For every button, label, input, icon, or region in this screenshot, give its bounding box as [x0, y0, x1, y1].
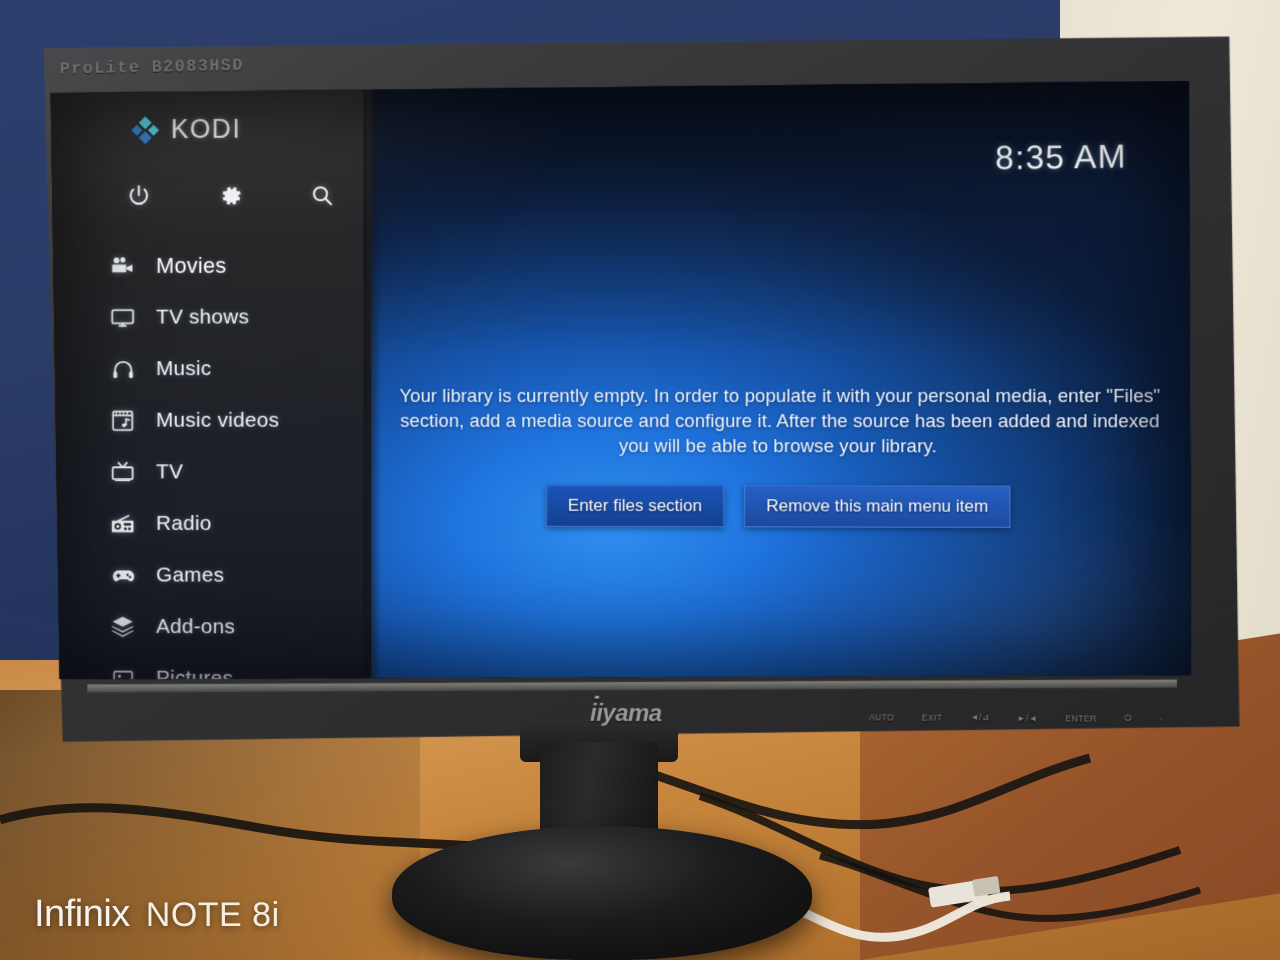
photo-scene: ProLite B2083HSD KODI 8:35 AM Movies TV … — [0, 0, 1280, 960]
sidebar-item-label: Games — [156, 563, 225, 587]
right-mute-button[interactable]: ►/◄ — [1017, 713, 1038, 723]
addons-box-icon — [105, 614, 140, 640]
music-video-icon — [105, 408, 140, 434]
monitor-screen-frame: KODI 8:35 AM Movies TV shows Music Music… — [46, 81, 1191, 685]
sidebar-item-music[interactable]: Music — [105, 343, 381, 395]
empty-library-message: Your library is currently empty. In orde… — [399, 384, 1161, 457]
sidebar-item-tv[interactable]: TV — [105, 447, 381, 499]
sidebar-item-music-videos[interactable]: Music videos — [105, 395, 381, 447]
power-icon[interactable] — [117, 178, 160, 214]
sidebar-item-label: TV shows — [156, 305, 250, 329]
brand-dots: •• — [594, 691, 598, 704]
remove-main-menu-item-button[interactable]: Remove this main menu item — [744, 485, 1010, 528]
monitor-stand-base — [392, 826, 812, 960]
kodi-quick-actions — [117, 177, 344, 214]
search-icon[interactable] — [300, 177, 344, 213]
sidebar-item-label: Radio — [156, 512, 212, 535]
sidebar-item-games[interactable]: Games — [105, 550, 381, 603]
sidebar-item-label: TV — [156, 460, 184, 484]
left-volume-button[interactable]: ◄/⊿ — [970, 712, 989, 723]
kodi-wordmark: KODI — [170, 113, 241, 144]
headphones-icon — [105, 357, 140, 382]
osd-button-row: AUTO EXIT ◄/⊿ ►/◄ ENTER ⏻ · — [869, 711, 1163, 724]
sidebar-item-radio[interactable]: Radio — [105, 498, 381, 550]
empty-library-actions: Enter files section Remove this main men… — [393, 485, 1167, 529]
enter-button[interactable]: ENTER — [1065, 713, 1096, 723]
sidebar-item-tv-shows[interactable]: TV shows — [105, 291, 381, 343]
computer-monitor: ProLite B2083HSD KODI 8:35 AM Movies TV … — [25, 32, 1240, 752]
kodi-logo: KODI — [131, 114, 241, 145]
bezel-highlight-lip — [87, 679, 1178, 693]
gamepad-icon — [105, 562, 140, 589]
tv-monitor-icon — [105, 305, 140, 331]
empty-library-panel: Your library is currently empty. In orde… — [393, 384, 1167, 528]
settings-gear-icon[interactable] — [209, 177, 252, 213]
monitor-brand-label: •• iiyama — [590, 692, 662, 728]
kodi-home-screen: KODI 8:35 AM Movies TV shows Music Music… — [46, 81, 1191, 685]
kodi-main-menu: Movies TV shows Music Music videos TV Ra… — [105, 240, 381, 685]
exit-button[interactable]: EXIT — [922, 712, 943, 722]
sidebar-item-label: Music — [156, 357, 212, 381]
clock-display: 8:35 AM — [994, 137, 1127, 177]
movies-camera-icon — [105, 253, 140, 279]
auto-button[interactable]: AUTO — [869, 712, 894, 722]
sidebar-item-label: Music videos — [156, 408, 280, 432]
radio-icon — [105, 511, 140, 537]
brand-text: iiyama — [590, 699, 662, 728]
sidebar-item-add-ons[interactable]: Add-ons — [105, 601, 381, 654]
sidebar-item-label: Movies — [156, 252, 227, 278]
led-indicator: · — [1159, 713, 1163, 724]
television-icon — [105, 459, 140, 485]
power-button[interactable]: ⏻ — [1124, 713, 1131, 724]
enter-files-section-button[interactable]: Enter files section — [546, 485, 724, 527]
monitor-model-label: ProLite B2083HSD — [59, 56, 245, 80]
sidebar-item-label: Add-ons — [156, 615, 236, 639]
kodi-diamond-logo-icon — [131, 115, 160, 145]
sidebar-item-movies[interactable]: Movies — [105, 240, 381, 292]
